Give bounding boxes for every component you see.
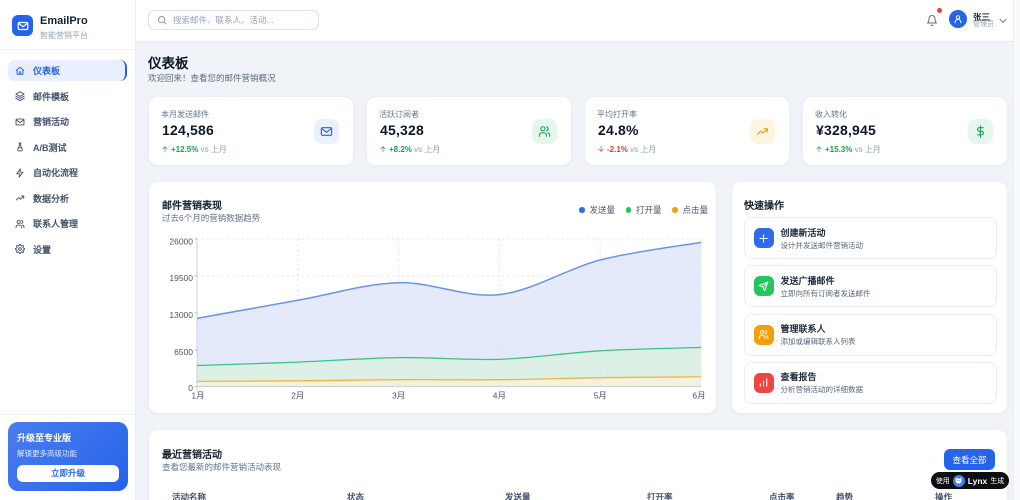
svg-text:1月: 1月 [191,391,204,401]
svg-text:2月: 2月 [291,391,304,401]
svg-text:6月: 6月 [692,391,705,401]
svg-text:5月: 5月 [594,391,607,401]
svg-text:6500: 6500 [174,347,193,357]
svg-text:13000: 13000 [169,310,193,320]
svg-text:19500: 19500 [169,273,193,283]
svg-text:3月: 3月 [392,391,405,401]
svg-text:26000: 26000 [169,237,193,247]
svg-text:4月: 4月 [493,391,506,401]
